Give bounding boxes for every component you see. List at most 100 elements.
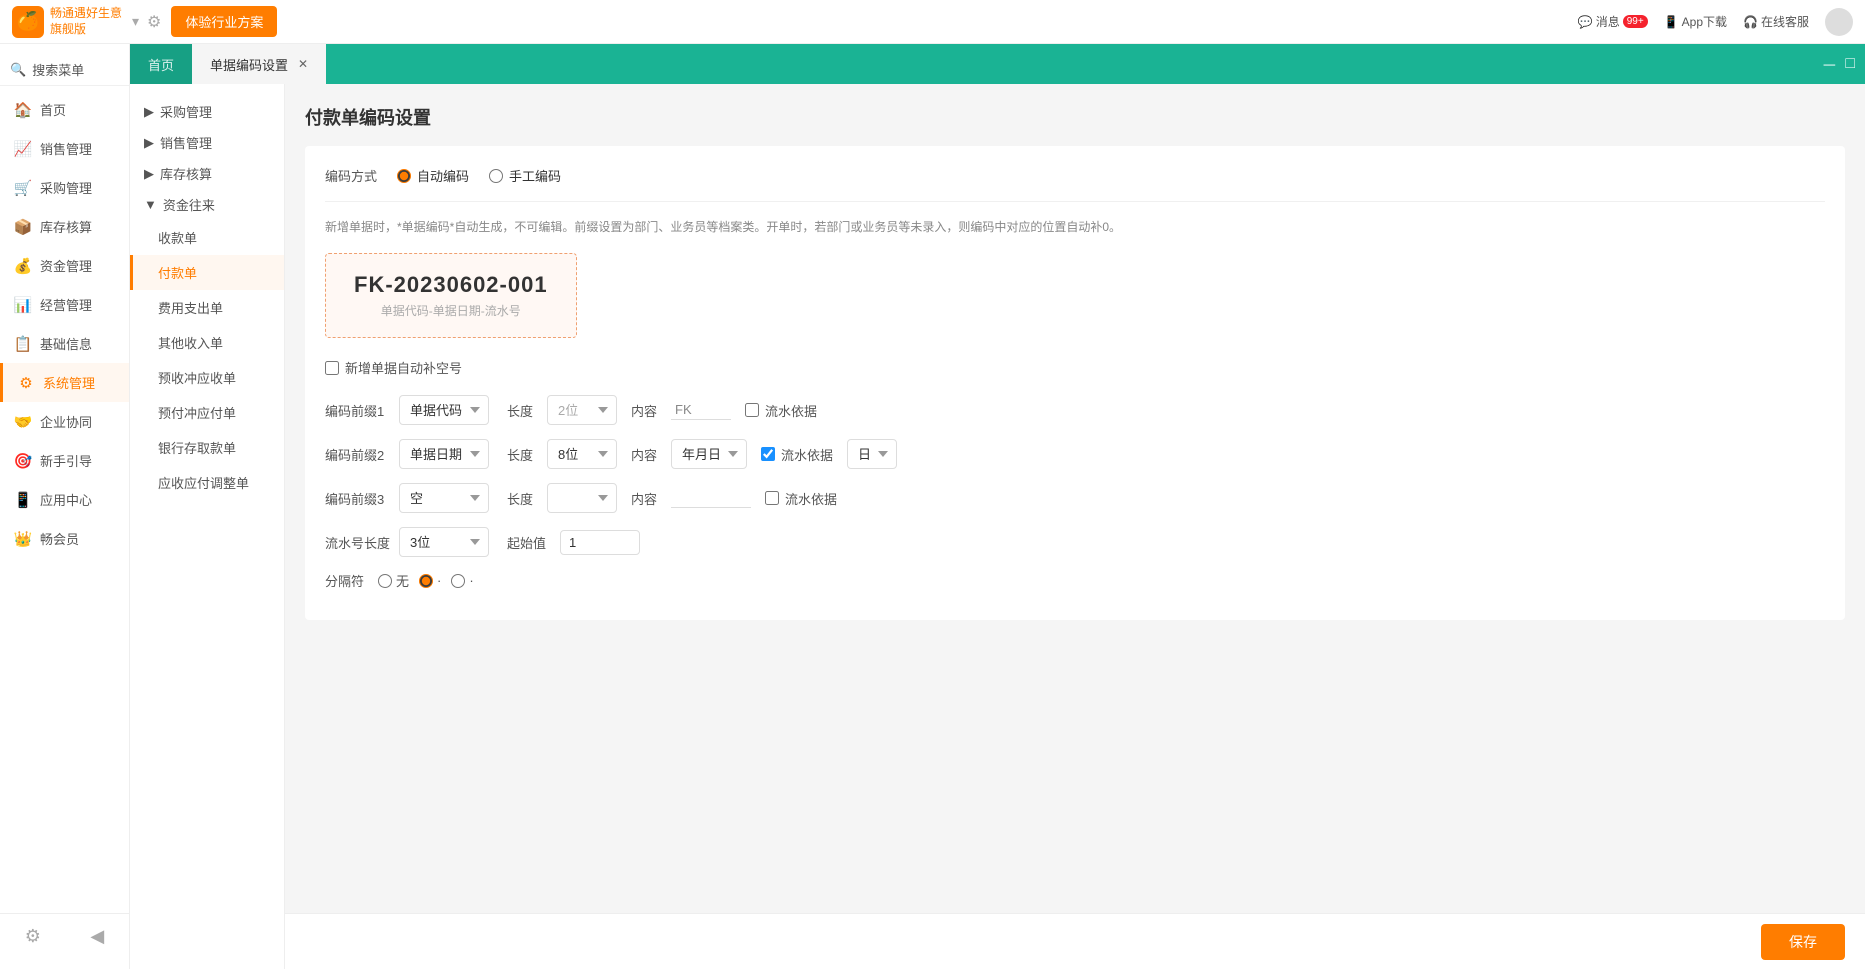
subnav-group-sales[interactable]: ▶ 销售管理	[130, 127, 284, 158]
prefix-row-3: 编码前缀3 空 单据代码 单据日期 长度	[325, 483, 1825, 513]
headset-icon: 🎧	[1743, 15, 1758, 29]
subnav-item-adjust[interactable]: 应收应付调整单	[130, 465, 284, 500]
autofill-checkbox-label[interactable]: 新增单据自动补空号	[325, 358, 462, 377]
sidebar-item-home[interactable]: 🏠 首页	[0, 90, 129, 129]
tab-maximize-btn[interactable]: □	[1845, 55, 1855, 73]
subnav-item-prepay-recv[interactable]: 预收冲应收单	[130, 360, 284, 395]
sidebar-item-system[interactable]: ⚙ 系统管理	[0, 363, 129, 402]
prefix3-serial-follow-checkbox[interactable]	[765, 491, 779, 505]
sidebar-item-member[interactable]: 👑 畅会员	[0, 519, 129, 558]
info-text: 新增单据时，*单据编码*自动生成，不可编辑。前缀设置为部门、业务员等档案类。开单…	[325, 218, 1825, 237]
bottom-bar: 保存	[285, 913, 1865, 969]
enterprise-icon: 🤝	[14, 413, 32, 431]
prefix1-serial-follow-checkbox[interactable]	[745, 403, 759, 417]
subnav-item-prepay-pay[interactable]: 预付冲应付单	[130, 395, 284, 430]
encode-method-row: 编码方式 自动编码 手工编码	[325, 166, 1825, 202]
app-download-btn[interactable]: 📱 App下载	[1664, 13, 1727, 30]
auto-encode-radio[interactable]: 自动编码	[397, 166, 469, 185]
prefix2-len-select[interactable]: 8位 4位 6位	[547, 439, 617, 469]
serial-len-select[interactable]: 3位 4位 5位 6位	[399, 527, 489, 557]
prefix2-serial-follow-checkbox[interactable]	[761, 447, 775, 461]
prefix2-serial-unit-wrapper: 日 月 年	[847, 439, 897, 469]
sub-nav: ▶ 采购管理 ▶ 销售管理 ▶ 库存核算 ▼ 资金往来 收款单 付款单 费用支出…	[130, 84, 285, 969]
prefix1-content-input[interactable]	[671, 400, 731, 420]
tab-minimize-btn[interactable]: －	[1821, 52, 1837, 76]
sep-dot2-radio[interactable]: ·	[451, 573, 473, 588]
subnav-group-capital[interactable]: ▼ 资金往来	[130, 189, 284, 220]
sidebar-item-enterprise[interactable]: 🤝 企业协同	[0, 402, 129, 441]
finance-icon: 💰	[14, 257, 32, 275]
page-content: 付款单编码设置 编码方式 自动编码 手工编码	[285, 84, 1865, 913]
separator-options: 无 · ·	[378, 571, 474, 590]
tab-serial-setting[interactable]: 单据编码设置 ✕	[192, 44, 326, 84]
sidebar-item-inventory[interactable]: 📦 库存核算	[0, 207, 129, 246]
prefix3-select[interactable]: 空 单据代码 单据日期	[399, 483, 489, 513]
page-title: 付款单编码设置	[305, 104, 1845, 130]
start-value-input[interactable]	[560, 530, 640, 555]
preview-box: FK-20230602-001 单据代码-单据日期-流水号	[325, 253, 577, 338]
prefix2-serial-unit-select[interactable]: 日 月 年	[847, 439, 897, 469]
sidebar-item-finance[interactable]: 💰 资金管理	[0, 246, 129, 285]
sep-dot-radio[interactable]: ·	[419, 573, 441, 588]
subnav-group-purchase[interactable]: ▶ 采购管理	[130, 96, 284, 127]
prefix3-content-label: 内容	[631, 489, 657, 508]
prefix1-label: 编码前缀1	[325, 401, 385, 420]
prefix1-select[interactable]: 单据代码 单据日期 空	[399, 395, 489, 425]
tab-home[interactable]: 首页	[130, 44, 192, 84]
subnav-item-receipt[interactable]: 收款单	[130, 220, 284, 255]
subnav-item-other-income[interactable]: 其他收入单	[130, 325, 284, 360]
sidebar-item-newbie[interactable]: 🎯 新手引导	[0, 441, 129, 480]
sidebar-search[interactable]: 🔍 搜索菜单	[0, 54, 129, 86]
sidebar-item-basic[interactable]: 📋 基础信息	[0, 324, 129, 363]
sidebar-item-sales[interactable]: 📈 销售管理	[0, 129, 129, 168]
prefix2-serial-follow-label[interactable]: 流水依据	[761, 445, 833, 464]
sidebar-item-purchase[interactable]: 🛒 采购管理	[0, 168, 129, 207]
avatar[interactable]	[1825, 8, 1853, 36]
tab-serial-label: 单据编码设置	[210, 55, 288, 74]
app-logo: 🍊 畅通遇好生意 旗舰版	[12, 6, 122, 38]
prefix2-select[interactable]: 单据日期 单据代码 空	[399, 439, 489, 469]
inventory-icon: 📦	[14, 218, 32, 236]
serial-len-select-wrapper: 3位 4位 5位 6位	[399, 527, 489, 557]
home-icon: 🏠	[14, 101, 32, 119]
subnav-item-bank[interactable]: 银行存取款单	[130, 430, 284, 465]
logo-text: 畅通遇好生意 旗舰版	[50, 6, 122, 37]
save-button[interactable]: 保存	[1761, 924, 1845, 960]
sep-none-radio[interactable]: 无	[378, 571, 409, 590]
manual-encode-radio[interactable]: 手工编码	[489, 166, 561, 185]
subnav-arrow-capital: ▼	[144, 197, 157, 212]
prefix2-label: 编码前缀2	[325, 445, 385, 464]
topbar-nav: ▾ ⚙	[132, 12, 161, 32]
sidebar-item-operation[interactable]: 📊 经营管理	[0, 285, 129, 324]
industry-btn[interactable]: 体验行业方案	[171, 6, 277, 37]
sidebar-bottom: ⚙ ◀	[0, 913, 129, 959]
prefix1-len-select[interactable]: 2位 4位 6位	[547, 395, 617, 425]
sidebar: 🔍 搜索菜单 🏠 首页 📈 销售管理 🛒 采购管理 📦 库存核算 💰 资金管理 …	[0, 44, 130, 969]
newbie-icon: 🎯	[14, 452, 32, 470]
prefix3-len-select[interactable]	[547, 483, 617, 513]
nav-settings-icon[interactable]: ⚙	[147, 12, 161, 32]
preview-desc: 单据代码-单据日期-流水号	[354, 302, 548, 319]
sidebar-settings-btn[interactable]: ⚙	[17, 922, 49, 951]
member-icon: 👑	[14, 530, 32, 548]
basic-icon: 📋	[14, 335, 32, 353]
prefix3-serial-follow-label[interactable]: 流水依据	[765, 489, 837, 508]
right-panel: 付款单编码设置 编码方式 自动编码 手工编码	[285, 84, 1865, 969]
prefix3-content-input[interactable]	[671, 488, 751, 508]
subnav-group-inventory[interactable]: ▶ 库存核算	[130, 158, 284, 189]
autofill-checkbox[interactable]	[325, 361, 339, 375]
subnav-item-payment[interactable]: 付款单	[130, 255, 284, 290]
nav-dropdown-arrow[interactable]: ▾	[132, 13, 139, 30]
sidebar-collapse-btn[interactable]: ◀	[82, 922, 112, 951]
prefix3-select-wrapper: 空 单据代码 单据日期	[399, 483, 489, 513]
prefix1-len-wrapper: 2位 4位 6位	[547, 395, 617, 425]
online-service-btn[interactable]: 🎧 在线客服	[1743, 13, 1809, 30]
prefix2-len-label: 长度	[507, 445, 533, 464]
prefix2-content-select[interactable]: 年月日 年月 年	[671, 439, 747, 469]
sidebar-item-appcenter[interactable]: 📱 应用中心	[0, 480, 129, 519]
tab-close-btn[interactable]: ✕	[298, 57, 308, 71]
app-download-icon: 📱	[1664, 15, 1679, 29]
message-btn[interactable]: 💬 消息 99+	[1578, 13, 1648, 30]
prefix1-serial-follow-label[interactable]: 流水依据	[745, 401, 817, 420]
subnav-item-expense[interactable]: 费用支出单	[130, 290, 284, 325]
